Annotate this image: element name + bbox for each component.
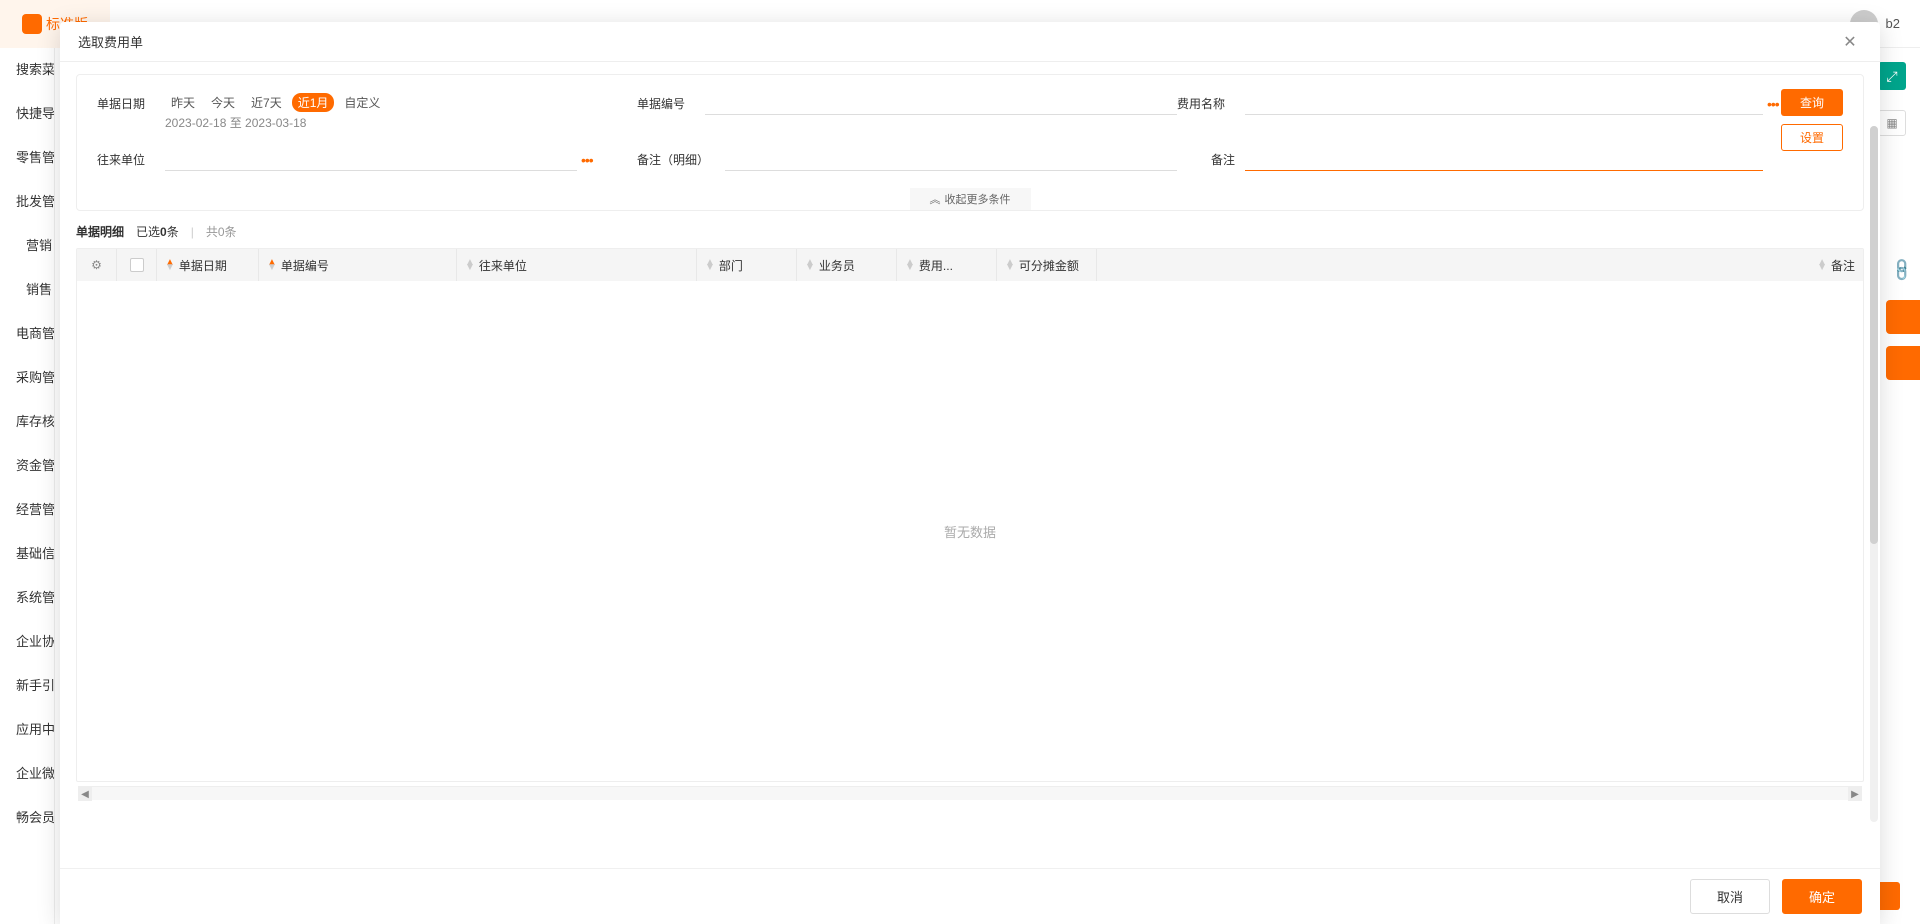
filter-row: 单据日期 昨天 今天 近7天 近1月 自定义 2023-02-18 至 2023…: [97, 93, 1843, 131]
ok-button[interactable]: 确定: [1782, 879, 1862, 914]
close-icon[interactable]: ✕: [1838, 30, 1862, 54]
feename-input[interactable]: [1245, 93, 1763, 115]
gear-icon[interactable]: ⚙: [77, 249, 117, 281]
filter-unit-group: 往来单位 •••: [97, 149, 637, 171]
filter-label-code: 单据编号: [637, 93, 705, 112]
collapse-bar: ︽ 收起更多条件: [97, 188, 1843, 210]
query-button[interactable]: 查询: [1781, 89, 1843, 116]
col-dept[interactable]: ▲▼部门: [697, 249, 797, 281]
filter-label-feename: 费用名称: [1177, 93, 1245, 112]
date-tag-7days[interactable]: 近7天: [245, 93, 288, 112]
date-tag-yesterday[interactable]: 昨天: [165, 93, 201, 112]
col-unit[interactable]: ▲▼往来单位: [457, 249, 697, 281]
modal-footer: 取消 确定: [60, 868, 1880, 924]
col-remark[interactable]: ▲▼备注: [1097, 249, 1863, 281]
empty-state: 暂无数据: [77, 281, 1863, 781]
select-fee-modal: 选取费用单 ✕ 单据日期 昨天 今天 近7天 近1月: [60, 22, 1880, 924]
modal-title: 选取费用单: [78, 32, 143, 51]
scroll-right-icon[interactable]: ▶: [1848, 787, 1862, 801]
date-tag-custom[interactable]: 自定义: [338, 93, 386, 112]
total-count: 共0条: [206, 223, 237, 240]
data-table: ⚙ ▲▼单据日期 ▲▼单据编号 ▲▼往来单位 ▲▼部门 ▲▼业务员 ▲▼费用..…: [76, 248, 1864, 782]
date-range-text: 2023-02-18 至 2023-03-18: [165, 114, 637, 131]
scroll-left-icon[interactable]: ◀: [78, 787, 92, 801]
modal-body: 单据日期 昨天 今天 近7天 近1月 自定义 2023-02-18 至 2023…: [60, 62, 1880, 868]
selected-count: 已选0条: [136, 223, 179, 240]
code-input[interactable]: [705, 93, 1177, 115]
filter-feename-group: 费用名称 •••: [1177, 93, 1843, 115]
empty-text: 暂无数据: [944, 522, 996, 541]
collapse-toggle[interactable]: ︽ 收起更多条件: [910, 188, 1031, 210]
unit-input[interactable]: [165, 149, 577, 171]
filter-panel: 单据日期 昨天 今天 近7天 近1月 自定义 2023-02-18 至 2023…: [76, 74, 1864, 211]
date-tag-today[interactable]: 今天: [205, 93, 241, 112]
table-header: ⚙ ▲▼单据日期 ▲▼单据编号 ▲▼往来单位 ▲▼部门 ▲▼业务员 ▲▼费用..…: [77, 249, 1863, 281]
scroll-thumb[interactable]: [1870, 126, 1878, 544]
horizontal-scrollbar[interactable]: ◀ ▶: [78, 786, 1862, 800]
remark-detail-input[interactable]: [725, 149, 1177, 171]
filter-code-group: 单据编号: [637, 93, 1177, 115]
filter-label-remark-detail: 备注（明细）: [637, 149, 725, 168]
col-agent[interactable]: ▲▼业务员: [797, 249, 897, 281]
filter-actions: 查询 设置: [1781, 89, 1843, 151]
filter-row: 往来单位 ••• 备注（明细） 备注: [97, 149, 1843, 171]
col-fee[interactable]: ▲▼费用...: [897, 249, 997, 281]
vertical-scrollbar[interactable]: [1870, 126, 1878, 822]
remark-input[interactable]: [1245, 149, 1763, 171]
cancel-button[interactable]: 取消: [1690, 879, 1770, 914]
filter-label-remark: 备注: [1177, 149, 1245, 168]
filter-remark-group: 备注: [1177, 149, 1843, 171]
filter-remark-detail-group: 备注（明细）: [637, 149, 1177, 171]
filter-label-unit: 往来单位: [97, 149, 165, 168]
date-quick-tags: 昨天 今天 近7天 近1月 自定义: [165, 93, 637, 112]
col-amount[interactable]: ▲▼可分摊金额: [997, 249, 1097, 281]
settings-button[interactable]: 设置: [1781, 124, 1843, 151]
col-code[interactable]: ▲▼单据编号: [259, 249, 457, 281]
more-icon[interactable]: •••: [581, 152, 593, 168]
table-meta: 单据明细 已选0条 | 共0条: [76, 223, 1864, 240]
table-title: 单据明细: [76, 223, 124, 240]
modal-overlay: 选取费用单 ✕ 单据日期 昨天 今天 近7天 近1月: [0, 0, 1920, 924]
col-date[interactable]: ▲▼单据日期: [157, 249, 259, 281]
chevron-up-icon: ︽: [930, 191, 941, 207]
more-icon[interactable]: •••: [1767, 96, 1779, 112]
filter-label-date: 单据日期: [97, 93, 165, 112]
filter-date-group: 单据日期 昨天 今天 近7天 近1月 自定义 2023-02-18 至 2023…: [97, 93, 637, 131]
modal-header: 选取费用单 ✕: [60, 22, 1880, 62]
date-tag-1month[interactable]: 近1月: [292, 93, 335, 112]
collapse-text: 收起更多条件: [945, 191, 1011, 207]
select-all-checkbox[interactable]: [117, 249, 157, 281]
